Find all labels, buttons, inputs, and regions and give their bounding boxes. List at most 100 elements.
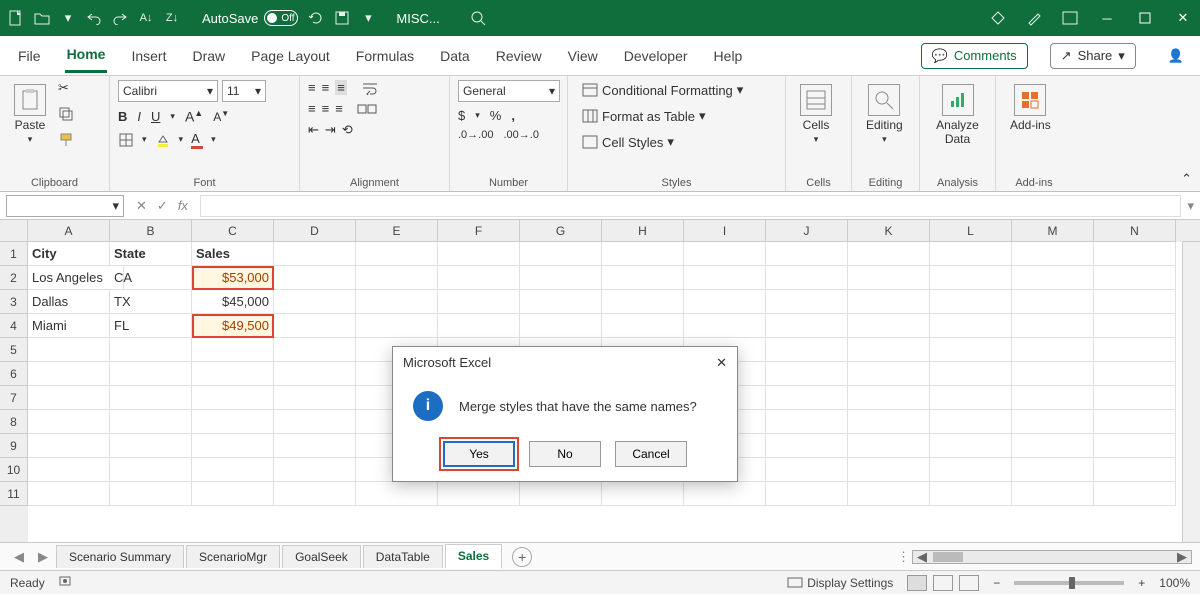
cell[interactable] <box>110 386 192 410</box>
cell[interactable] <box>192 410 274 434</box>
open-file-icon[interactable] <box>34 10 50 26</box>
cancel-button[interactable]: Cancel <box>615 441 687 467</box>
select-all-corner[interactable] <box>0 220 28 242</box>
sheet-tab[interactable]: GoalSeek <box>282 545 361 568</box>
search-icon[interactable] <box>470 10 486 26</box>
orientation-icon[interactable]: ⟲ <box>342 122 353 138</box>
chevron-down-icon[interactable]: ▾ <box>170 111 175 122</box>
cell[interactable] <box>1094 410 1176 434</box>
cut-icon[interactable]: ✂ <box>58 80 74 96</box>
cell[interactable] <box>28 482 110 506</box>
cell[interactable] <box>28 434 110 458</box>
cell[interactable] <box>684 242 766 266</box>
sheet-nav-next-icon[interactable]: ▶ <box>32 549 54 565</box>
row-header[interactable]: 10 <box>0 458 28 482</box>
percent-format-icon[interactable]: % <box>490 108 502 123</box>
cell[interactable] <box>356 290 438 314</box>
horizontal-scrollbar[interactable]: ◀▶ <box>912 550 1192 564</box>
cell[interactable] <box>1012 242 1094 266</box>
cell[interactable] <box>192 386 274 410</box>
cell[interactable] <box>192 482 274 506</box>
increase-decimal-icon[interactable]: .0→.00 <box>458 129 493 141</box>
cell[interactable] <box>192 338 274 362</box>
cell[interactable] <box>766 338 848 362</box>
cell[interactable] <box>110 410 192 434</box>
cell[interactable] <box>438 314 520 338</box>
enter-icon[interactable]: ✓ <box>157 198 168 214</box>
copy-icon[interactable] <box>58 106 74 122</box>
bold-button[interactable]: B <box>118 109 127 124</box>
font-color-button[interactable]: A <box>191 131 203 149</box>
col-header[interactable]: N <box>1094 220 1176 242</box>
cell[interactable] <box>602 242 684 266</box>
cell[interactable] <box>766 386 848 410</box>
chevron-down-icon[interactable]: ▾ <box>179 134 184 145</box>
refresh-icon[interactable] <box>308 10 324 26</box>
cell[interactable] <box>848 362 930 386</box>
cell[interactable] <box>684 290 766 314</box>
cell[interactable] <box>110 434 192 458</box>
chevron-down-icon[interactable]: ▾ <box>475 110 480 121</box>
col-header[interactable]: E <box>356 220 438 242</box>
cell[interactable] <box>274 314 356 338</box>
align-center-icon[interactable]: ≡ <box>322 101 330 116</box>
col-header[interactable]: C <box>192 220 274 242</box>
cell[interactable] <box>28 362 110 386</box>
row-header[interactable]: 2 <box>0 266 28 290</box>
cell[interactable] <box>848 482 930 506</box>
row-header[interactable]: 1 <box>0 242 28 266</box>
underline-button[interactable]: U <box>151 109 160 124</box>
cell[interactable] <box>930 386 1012 410</box>
cell[interactable]: FL <box>110 314 192 338</box>
cell[interactable] <box>1012 362 1094 386</box>
tab-file[interactable]: File <box>16 40 43 72</box>
tab-developer[interactable]: Developer <box>622 40 690 72</box>
cell[interactable] <box>438 266 520 290</box>
cell[interactable]: TX <box>110 290 192 314</box>
cell[interactable] <box>684 482 766 506</box>
close-icon[interactable]: ✕ <box>1174 9 1192 27</box>
share-button[interactable]: ↗Share▾ <box>1050 43 1136 69</box>
cell[interactable] <box>520 314 602 338</box>
save-icon[interactable] <box>334 10 350 26</box>
tab-data[interactable]: Data <box>438 40 472 72</box>
undo-icon[interactable] <box>86 10 102 26</box>
user-icon[interactable]: 👤 <box>1168 48 1184 64</box>
cell[interactable] <box>930 338 1012 362</box>
tab-page-layout[interactable]: Page Layout <box>249 40 332 72</box>
col-header[interactable]: G <box>520 220 602 242</box>
vertical-scrollbar[interactable] <box>1182 242 1200 542</box>
cell[interactable]: $49,500 <box>192 314 274 338</box>
tab-review[interactable]: Review <box>494 40 544 72</box>
cell[interactable] <box>766 434 848 458</box>
cell[interactable] <box>766 242 848 266</box>
cell[interactable] <box>684 266 766 290</box>
cell[interactable] <box>520 482 602 506</box>
yes-button[interactable]: Yes <box>443 441 515 467</box>
decrease-indent-icon[interactable]: ⇤ <box>308 122 319 138</box>
window-icon[interactable] <box>1062 10 1078 26</box>
row-header[interactable]: 5 <box>0 338 28 362</box>
cell[interactable] <box>848 242 930 266</box>
cell[interactable] <box>110 362 192 386</box>
cell[interactable] <box>28 386 110 410</box>
conditional-formatting-button[interactable]: Conditional Formatting▾ <box>576 80 749 100</box>
cell[interactable] <box>1012 434 1094 458</box>
cell[interactable] <box>602 266 684 290</box>
font-name-dropdown[interactable]: Calibri▾ <box>118 80 218 102</box>
tab-home[interactable]: Home <box>65 38 108 73</box>
cell[interactable] <box>848 410 930 434</box>
format-painter-icon[interactable] <box>58 132 74 148</box>
merge-icon[interactable] <box>357 102 377 116</box>
cell[interactable]: CA <box>110 266 192 290</box>
add-sheet-button[interactable]: + <box>512 547 532 567</box>
minimize-icon[interactable]: ─ <box>1098 9 1116 27</box>
cell[interactable] <box>1012 482 1094 506</box>
cell[interactable] <box>1012 266 1094 290</box>
expand-formula-bar-icon[interactable]: ▾ <box>1181 198 1200 214</box>
cell[interactable] <box>28 458 110 482</box>
cell[interactable]: Dallas <box>28 290 110 314</box>
cell[interactable] <box>1012 410 1094 434</box>
tab-view[interactable]: View <box>566 40 600 72</box>
autosave-toggle[interactable]: AutoSave Off <box>202 10 298 26</box>
